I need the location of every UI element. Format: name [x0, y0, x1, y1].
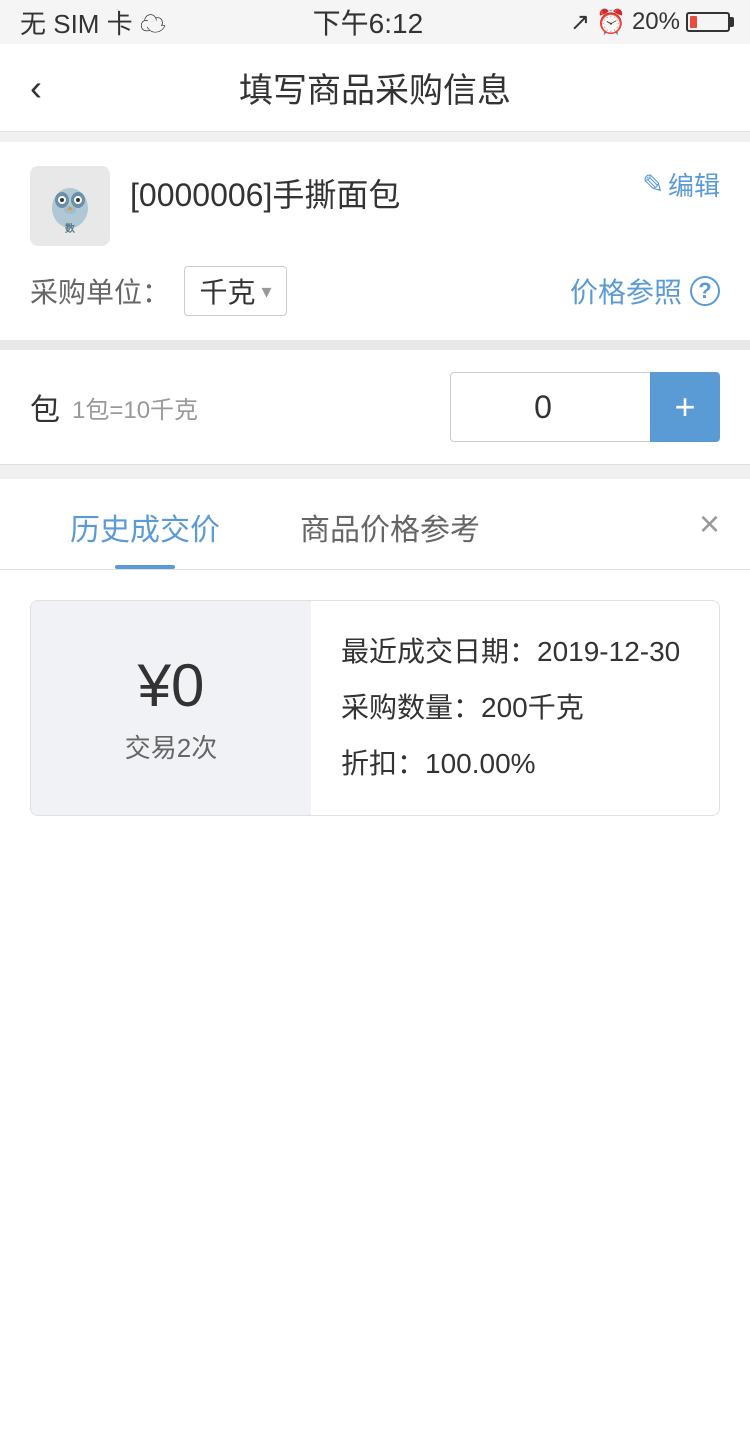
transaction-left: ¥0 交易2次: [31, 601, 311, 815]
quantity-row: 包 1包=10千克 +: [0, 350, 750, 465]
edit-icon: ✎: [642, 169, 664, 200]
edit-button[interactable]: ✎ 编辑: [642, 166, 720, 203]
transaction-card: ¥0 交易2次 最近成交日期：2019-12-30 采购数量：200千克 折扣：…: [30, 600, 720, 816]
quantity-value: 200千克: [481, 692, 584, 723]
transaction-quantity: 采购数量：200千克: [341, 687, 689, 729]
page-background: [0, 846, 750, 1446]
price-reference-button[interactable]: 价格参照 ?: [570, 271, 720, 311]
quantity-input[interactable]: [450, 372, 650, 442]
recent-date-value: 2019-12-30: [537, 636, 680, 667]
recent-date-label: 最近成交日期：: [341, 636, 537, 667]
battery-percent: 20%: [632, 8, 680, 36]
tab-history-price[interactable]: 历史成交价: [30, 479, 260, 569]
status-bar: 无 SIM 卡 ☁ 下午6:12 ↗ ⏰ 20%: [0, 0, 750, 44]
transaction-recent-date: 最近成交日期：2019-12-30: [341, 631, 689, 673]
page-title: 填写商品采购信息: [239, 63, 511, 112]
location-icon: ↗: [570, 8, 590, 37]
product-section: 数 [0000006]手撕面包 ✎ 编辑 采购单位： 千克 ▾ 价格参照 ?: [0, 142, 750, 340]
edit-label: 编辑: [668, 166, 720, 203]
section-separator: [0, 340, 750, 350]
product-header: 数 [0000006]手撕面包 ✎ 编辑: [30, 166, 720, 246]
alarm-icon: ⏰: [596, 8, 626, 37]
product-name: [0000006]手撕面包: [130, 166, 400, 216]
discount-label: 折扣：: [341, 748, 425, 779]
transaction-discount: 折扣：100.00%: [341, 743, 689, 785]
tab-section: 历史成交价 商品价格参考 × ¥0 交易2次 最近成交日期：2019-12-30…: [0, 479, 750, 846]
tab-header: 历史成交价 商品价格参考 ×: [0, 479, 750, 570]
svg-text:数: 数: [65, 222, 76, 235]
unit-label: 采购单位：: [30, 277, 170, 308]
quantity-label: 包: [30, 385, 60, 429]
product-unit-row: 采购单位： 千克 ▾ 价格参照 ?: [30, 266, 720, 316]
status-time: 下午6:12: [313, 2, 424, 42]
status-right: ↗ ⏰ 20%: [570, 8, 730, 37]
chevron-down-icon: ▾: [261, 279, 271, 304]
product-info: 数 [0000006]手撕面包: [30, 166, 642, 246]
quantity-input-group: +: [450, 372, 720, 442]
help-icon: ?: [690, 276, 720, 306]
transaction-price: ¥0: [138, 651, 205, 720]
transaction-right: 最近成交日期：2019-12-30 采购数量：200千克 折扣：100.00%: [311, 601, 719, 815]
quantity-plus-button[interactable]: +: [650, 372, 720, 442]
unit-value: 千克: [199, 271, 255, 311]
product-logo-svg: 数: [40, 176, 100, 236]
discount-value: 100.00%: [425, 748, 536, 779]
transaction-count: 交易2次: [125, 728, 217, 765]
tab-product-price-ref[interactable]: 商品价格参考: [260, 479, 520, 569]
status-left: 无 SIM 卡 ☁: [20, 4, 166, 41]
unit-select[interactable]: 千克 ▾: [184, 266, 286, 316]
unit-selector-group: 采购单位： 千克 ▾: [30, 266, 287, 316]
back-button[interactable]: ‹: [30, 57, 62, 119]
quantity-label-detail: 采购数量：: [341, 692, 481, 723]
quantity-sublabel: 1包=10千克: [72, 390, 198, 425]
nav-bar: ‹ 填写商品采购信息: [0, 44, 750, 132]
tab-close-button[interactable]: ×: [679, 483, 720, 565]
tab-content: ¥0 交易2次 最近成交日期：2019-12-30 采购数量：200千克 折扣：…: [0, 570, 750, 846]
battery-icon: [686, 12, 730, 32]
price-ref-label: 价格参照: [570, 271, 682, 311]
product-logo: 数: [30, 166, 110, 246]
